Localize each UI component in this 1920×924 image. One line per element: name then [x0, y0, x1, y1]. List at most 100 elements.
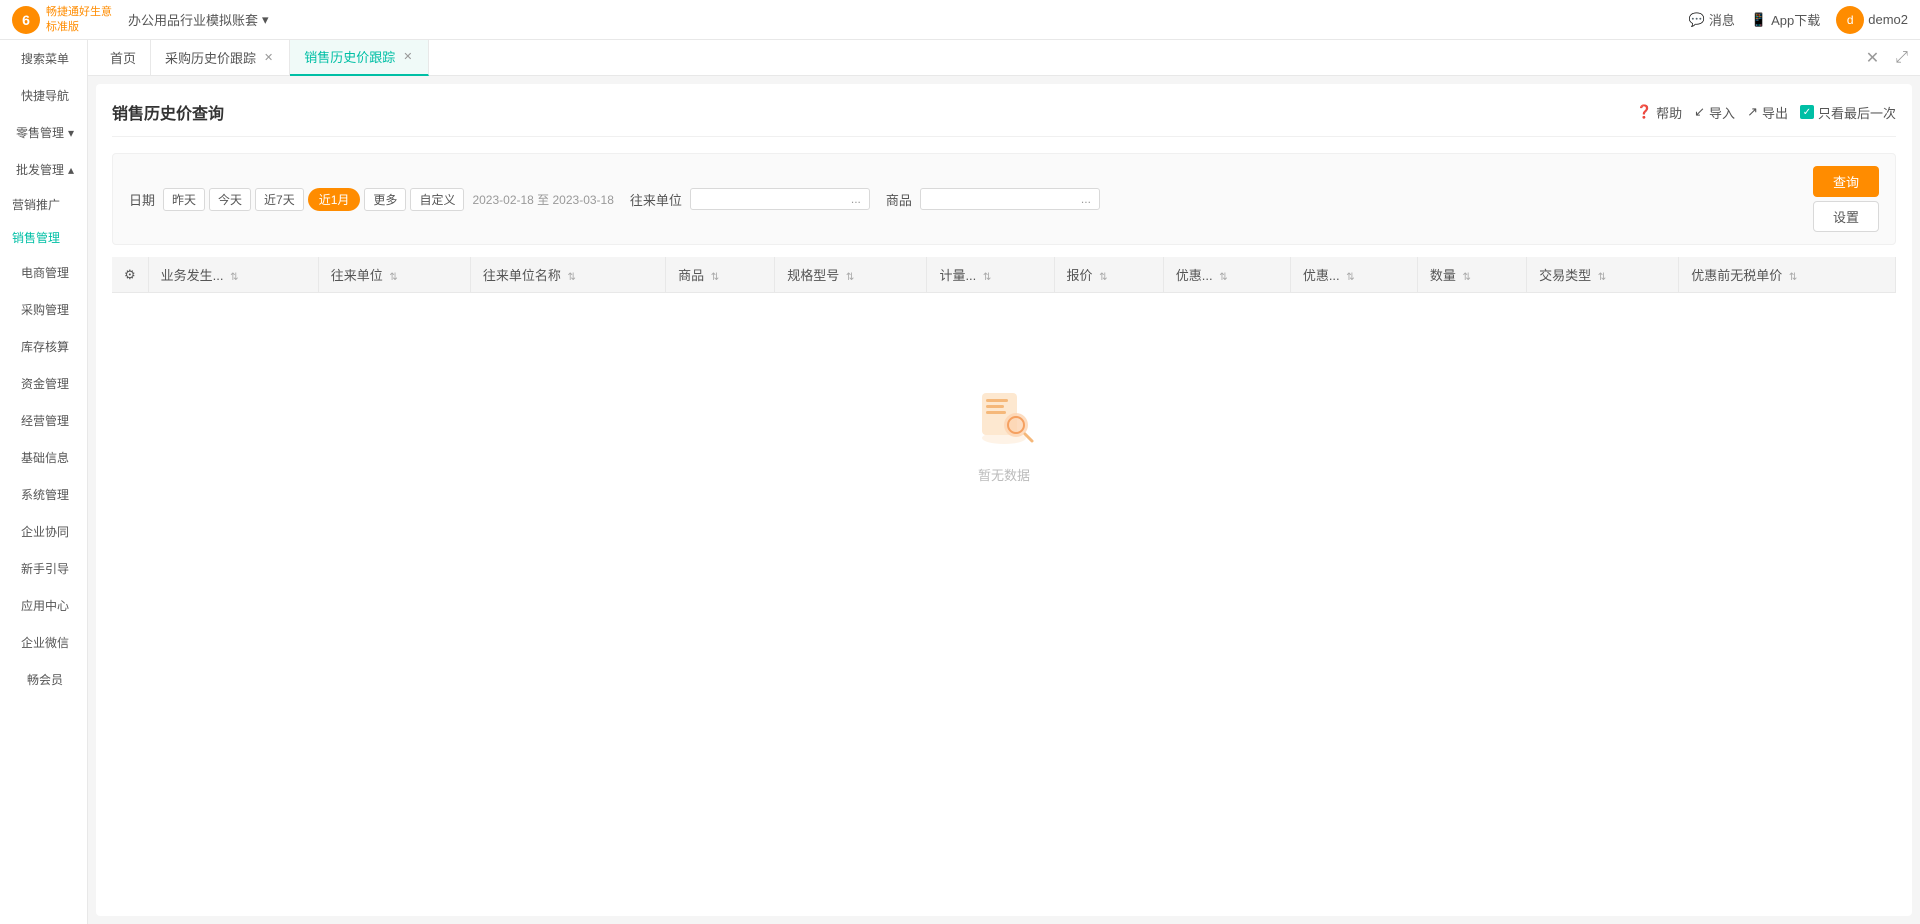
table-col-pretax-price[interactable]: 优惠前无税单价 ⇅	[1679, 257, 1896, 293]
sidebar-item-label: 快捷导航	[21, 87, 69, 104]
table-col-quote[interactable]: 报价 ⇅	[1054, 257, 1163, 293]
top-header: 6 畅捷通好生意 标准版 办公用品行业模拟账套 ▾ 💬 消息 📱 App下载 d…	[0, 0, 1920, 40]
sidebar-item-app-center[interactable]: 应用中心	[0, 587, 87, 624]
partner-filter-group: 往来单位 ...	[630, 188, 870, 210]
sidebar-item-search-order[interactable]: 搜索菜单	[0, 40, 87, 77]
table-col-settings[interactable]: ⚙	[112, 257, 148, 293]
sidebar-item-label: 零售管理	[16, 124, 64, 141]
table-col-biz-date[interactable]: 业务发生... ⇅	[148, 257, 318, 293]
sidebar-item-retail-mgmt[interactable]: 零售管理 ▾	[0, 114, 87, 151]
only-last-checkbox[interactable]: ✓	[1800, 105, 1814, 119]
sort-arrows-pretax-price: ⇅	[1789, 272, 1797, 283]
filter-bar: 日期 昨天 今天 近7天 近1月 更多 自定义 2023-02-18 至 202…	[112, 153, 1896, 245]
settings-button[interactable]: 设置	[1813, 201, 1879, 232]
partner-input[interactable]: ...	[690, 188, 870, 210]
import-action[interactable]: ↙ 导入	[1694, 103, 1735, 122]
sidebar-item-enterprise-wechat[interactable]: 企业微信	[0, 624, 87, 661]
table-col-spec[interactable]: 规格型号 ⇅	[775, 257, 927, 293]
message-icon: 💬	[1689, 12, 1705, 28]
close-tab-button[interactable]: ✕	[1862, 44, 1883, 72]
table-col-partner-code[interactable]: 往来单位 ⇅	[318, 257, 470, 293]
tab-purchase-history[interactable]: 采购历史价跟踪 ✕	[151, 40, 290, 76]
message-action[interactable]: 💬 消息	[1689, 10, 1735, 29]
date-more-btn[interactable]: 更多	[364, 188, 406, 211]
goods-filter-group: 商品 ...	[886, 188, 1100, 210]
sort-arrows-unit: ⇅	[983, 272, 991, 283]
tab-home-label: 首页	[110, 48, 136, 67]
sort-arrows-quantity: ⇅	[1463, 272, 1471, 283]
user-area[interactable]: d demo2	[1836, 6, 1908, 34]
query-button[interactable]: 查询	[1813, 166, 1879, 197]
sidebar-item-label: 经营管理	[21, 412, 69, 429]
table-col-unit[interactable]: 计量... ⇅	[927, 257, 1054, 293]
empty-state-icon	[964, 373, 1044, 453]
table-col-quantity[interactable]: 数量 ⇅	[1417, 257, 1526, 293]
tabs-bar-right: ✕ ⤢	[1862, 44, 1912, 72]
dropdown-arrow-icon: ▾	[262, 12, 269, 28]
sidebar-item-vip-member[interactable]: 畅会员	[0, 661, 87, 698]
date-custom-btn[interactable]: 自定义	[410, 188, 464, 211]
sidebar-item-enterprise-collab[interactable]: 企业协同	[0, 513, 87, 550]
date-last7-btn[interactable]: 近7天	[255, 188, 304, 211]
phone-icon: 📱	[1751, 12, 1767, 28]
page-title: 销售历史价查询	[112, 100, 224, 124]
table-col-discount1[interactable]: 优惠... ⇅	[1163, 257, 1290, 293]
sidebar-item-label: 电商管理	[21, 264, 69, 281]
date-yesterday-btn[interactable]: 昨天	[163, 188, 205, 211]
app-download-action[interactable]: 📱 App下载	[1751, 10, 1820, 29]
goods-filter-dots: ...	[1081, 192, 1091, 206]
sidebar-item-ecom-mgmt[interactable]: 电商管理	[0, 254, 87, 291]
sidebar-item-marketing[interactable]: 营销推广	[0, 188, 87, 221]
help-action[interactable]: ❓ 帮助	[1636, 103, 1682, 122]
tabs-bar: 首页 采购历史价跟踪 ✕ 销售历史价跟踪 ✕ ✕ ⤢	[88, 40, 1920, 76]
sidebar-item-label: 营销推广	[12, 196, 60, 213]
sidebar-item-label: 系统管理	[21, 486, 69, 503]
date-filter-label: 日期	[129, 190, 155, 209]
table-col-discount2[interactable]: 优惠... ⇅	[1290, 257, 1417, 293]
goods-input[interactable]: ...	[920, 188, 1100, 210]
sidebar-item-ops-mgmt[interactable]: 经营管理	[0, 402, 87, 439]
sidebar-item-label: 基础信息	[21, 449, 69, 466]
sidebar-item-purchase-mgmt[interactable]: 采购管理	[0, 291, 87, 328]
sidebar-item-label: 销售管理	[12, 229, 60, 246]
date-today-btn[interactable]: 今天	[209, 188, 251, 211]
header-left: 6 畅捷通好生意 标准版 办公用品行业模拟账套 ▾	[12, 5, 277, 34]
table-col-partner-name[interactable]: 往来单位名称 ⇅	[470, 257, 665, 293]
table-col-goods[interactable]: 商品 ⇅	[666, 257, 775, 293]
close-sales-history-tab[interactable]: ✕	[401, 48, 414, 65]
help-icon: ❓	[1636, 104, 1652, 120]
gear-icon: ⚙	[124, 267, 136, 282]
sidebar-item-finance[interactable]: 资金管理	[0, 365, 87, 402]
sidebar-item-system-mgmt[interactable]: 系统管理	[0, 476, 87, 513]
sidebar-item-sales-mgmt[interactable]: 销售管理	[0, 221, 87, 254]
sidebar-item-basic-info[interactable]: 基础信息	[0, 439, 87, 476]
export-action[interactable]: ↗ 导出	[1747, 103, 1788, 122]
tab-sales-history[interactable]: 销售历史价跟踪 ✕	[290, 40, 429, 76]
maximize-tab-button[interactable]: ⤢	[1891, 45, 1912, 71]
tab-purchase-history-label: 采购历史价跟踪	[165, 48, 256, 67]
page-actions: ❓ 帮助 ↙ 导入 ↗ 导出 ✓ 只看最后一次	[1636, 103, 1896, 122]
date-last1m-btn[interactable]: 近1月	[308, 188, 361, 211]
sort-arrows-quote: ⇅	[1099, 272, 1107, 283]
app-selector[interactable]: 办公用品行业模拟账套 ▾	[120, 6, 277, 33]
sidebar: 搜索菜单 快捷导航 零售管理 ▾ 批发管理 ▴ 营销推广 销售管理 电商管理 采…	[0, 40, 88, 924]
only-last-checkbox-label[interactable]: ✓ 只看最后一次	[1800, 103, 1896, 122]
table-header-row: ⚙ 业务发生... ⇅ 往来单位 ⇅ 往来单位名称	[112, 257, 1896, 293]
partner-filter-label: 往来单位	[630, 190, 682, 209]
sort-arrows-trade-type: ⇅	[1598, 272, 1606, 283]
sidebar-item-wholesale-mgmt[interactable]: 批发管理 ▴	[0, 151, 87, 188]
table-col-trade-type[interactable]: 交易类型 ⇅	[1527, 257, 1679, 293]
date-range-text: 2023-02-18 至 2023-03-18	[472, 191, 613, 208]
app-name-label: 办公用品行业模拟账套	[128, 10, 258, 29]
date-buttons: 昨天 今天 近7天 近1月 更多 自定义	[163, 188, 464, 211]
close-purchase-history-tab[interactable]: ✕	[262, 49, 275, 66]
sidebar-item-label: 企业微信	[21, 634, 69, 651]
sidebar-item-new-guide[interactable]: 新手引导	[0, 550, 87, 587]
export-label: 导出	[1762, 103, 1788, 122]
sidebar-item-label: 批发管理	[16, 161, 64, 178]
logo-icon: 6	[12, 6, 40, 34]
tab-home[interactable]: 首页	[96, 40, 151, 76]
sidebar-item-quick-nav[interactable]: 快捷导航	[0, 77, 87, 114]
sidebar-item-label: 资金管理	[21, 375, 69, 392]
sidebar-item-inventory[interactable]: 库存核算	[0, 328, 87, 365]
